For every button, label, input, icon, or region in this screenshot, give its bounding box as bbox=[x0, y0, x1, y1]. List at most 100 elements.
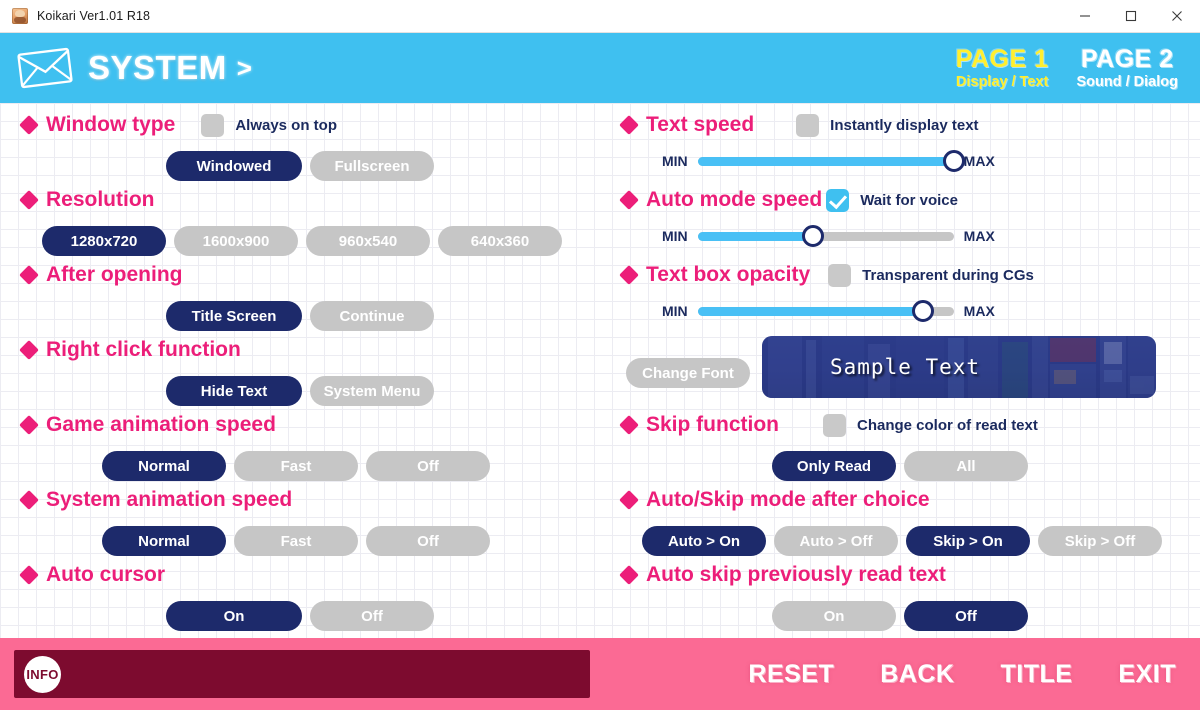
bullet-diamond-icon bbox=[619, 115, 639, 135]
setting-auto-mode-speed: Auto mode speed Wait for voice MIN MAX bbox=[600, 188, 1200, 247]
setting-game-animation-speed: Game animation speed Normal Fast Off bbox=[0, 413, 600, 481]
minimize-button[interactable] bbox=[1062, 0, 1108, 33]
checkbox-box-icon bbox=[823, 413, 846, 437]
bullet-diamond-icon bbox=[19, 340, 39, 360]
slider-text-box-opacity[interactable]: MIN MAX bbox=[600, 300, 1200, 322]
option-hide-text[interactable]: Hide Text bbox=[166, 376, 302, 406]
slider-knob[interactable] bbox=[801, 225, 824, 247]
option-system-menu[interactable]: System Menu bbox=[310, 376, 434, 406]
option-game-anim-normal[interactable]: Normal bbox=[102, 451, 226, 481]
page-tabs: PAGE 1 Display / Text PAGE 2 Sound / Dia… bbox=[956, 45, 1178, 90]
setting-label-window-type: Window type bbox=[46, 113, 176, 136]
setting-auto-cursor: Auto cursor On Off bbox=[0, 563, 600, 631]
bullet-diamond-icon bbox=[19, 565, 39, 585]
bullet-diamond-icon bbox=[19, 115, 39, 135]
bottom-bar: INFO RESET BACK TITLE EXIT bbox=[0, 638, 1200, 710]
option-auto-off[interactable]: Auto > Off bbox=[774, 526, 898, 556]
title-arrow-icon: > bbox=[236, 52, 252, 83]
window-titlebar: Koikari Ver1.01 R18 bbox=[0, 0, 1200, 33]
checkbox-instantly-display-text[interactable]: Instantly display text bbox=[796, 113, 979, 137]
option-game-anim-off[interactable]: Off bbox=[366, 451, 490, 481]
info-message-strip: INFO bbox=[14, 650, 590, 698]
sample-text-label: Sample Text bbox=[830, 355, 981, 379]
slider-max-label: MAX bbox=[963, 228, 995, 244]
title-button[interactable]: TITLE bbox=[1000, 660, 1072, 689]
bullet-diamond-icon bbox=[19, 490, 39, 510]
checkbox-label-wait-for-voice: Wait for voice bbox=[860, 191, 958, 209]
bullet-diamond-icon bbox=[19, 190, 39, 210]
checkbox-label-always-on-top: Always on top bbox=[235, 116, 337, 134]
option-sys-anim-off[interactable]: Off bbox=[366, 526, 490, 556]
slider-track[interactable] bbox=[697, 150, 965, 172]
slider-track[interactable] bbox=[697, 225, 954, 247]
bullet-diamond-icon bbox=[19, 415, 39, 435]
setting-system-animation-speed: System animation speed Normal Fast Off bbox=[0, 488, 600, 556]
setting-window-type: Window type Always on top Windowed Fulls… bbox=[0, 113, 600, 181]
setting-label-game-animation-speed: Game animation speed bbox=[46, 413, 276, 436]
option-auto-cursor-off[interactable]: Off bbox=[310, 601, 434, 631]
option-game-anim-fast[interactable]: Fast bbox=[234, 451, 358, 481]
option-skip-on[interactable]: Skip > On bbox=[906, 526, 1030, 556]
checkbox-change-color-of-read-text[interactable]: Change color of read text bbox=[823, 413, 1038, 437]
options-system-animation-speed: Normal Fast Off bbox=[0, 526, 600, 556]
bullet-diamond-icon bbox=[619, 565, 639, 585]
setting-text-box-opacity: Text box opacity Transparent during CGs … bbox=[600, 263, 1200, 322]
tab-page-1-title: PAGE 1 bbox=[955, 45, 1049, 74]
back-button[interactable]: BACK bbox=[880, 660, 954, 689]
tab-page-2-title: PAGE 2 bbox=[1080, 45, 1174, 74]
checkbox-checked-icon bbox=[826, 188, 850, 212]
option-fullscreen[interactable]: Fullscreen bbox=[310, 151, 434, 181]
checkbox-transparent-during-cgs[interactable]: Transparent during CGs bbox=[828, 263, 1034, 287]
setting-text-speed: Text speed Instantly display text MIN MA… bbox=[600, 113, 1200, 172]
option-windowed[interactable]: Windowed bbox=[166, 151, 302, 181]
option-only-read[interactable]: Only Read bbox=[772, 451, 896, 481]
options-auto-skip-previously-read-text: On Off bbox=[600, 601, 1200, 631]
setting-label-resolution: Resolution bbox=[46, 188, 155, 211]
slider-knob[interactable] bbox=[942, 150, 965, 172]
checkbox-box-icon bbox=[796, 113, 820, 137]
checkbox-wait-for-voice[interactable]: Wait for voice bbox=[826, 188, 958, 212]
checkbox-always-on-top[interactable]: Always on top bbox=[201, 113, 337, 137]
options-game-animation-speed: Normal Fast Off bbox=[0, 451, 600, 481]
option-skip-off[interactable]: Skip > Off bbox=[1038, 526, 1162, 556]
option-sys-anim-normal[interactable]: Normal bbox=[102, 526, 226, 556]
checkbox-box-icon bbox=[828, 263, 852, 287]
slider-auto-mode-speed[interactable]: MIN MAX bbox=[600, 225, 1200, 247]
tab-page-1[interactable]: PAGE 1 Display / Text bbox=[956, 45, 1049, 90]
setting-auto-skip-mode-after-choice: Auto/Skip mode after choice Auto > On Au… bbox=[600, 488, 1200, 556]
reset-button[interactable]: RESET bbox=[748, 660, 834, 689]
setting-label-right-click-function: Right click function bbox=[46, 338, 241, 361]
setting-resolution: Resolution 1280x720 1600x900 960x540 640… bbox=[0, 188, 600, 256]
option-title-screen[interactable]: Title Screen bbox=[166, 301, 302, 331]
option-sys-anim-fast[interactable]: Fast bbox=[234, 526, 358, 556]
setting-label-auto-mode-speed: Auto mode speed bbox=[646, 188, 823, 211]
settings-column-left: Window type Always on top Windowed Fulls… bbox=[0, 103, 600, 638]
options-skip-function: Only Read All bbox=[600, 451, 1200, 481]
option-1280x720[interactable]: 1280x720 bbox=[42, 226, 166, 256]
options-resolution: 1280x720 1600x900 960x540 640x360 bbox=[0, 226, 600, 256]
slider-knob[interactable] bbox=[911, 300, 934, 322]
option-continue[interactable]: Continue bbox=[310, 301, 434, 331]
option-640x360[interactable]: 640x360 bbox=[438, 226, 562, 256]
setting-label-auto-skip-mode-after-choice: Auto/Skip mode after choice bbox=[646, 488, 930, 511]
option-all[interactable]: All bbox=[904, 451, 1028, 481]
tab-page-2[interactable]: PAGE 2 Sound / Dialog bbox=[1077, 45, 1179, 90]
maximize-button[interactable] bbox=[1108, 0, 1154, 33]
change-font-button[interactable]: Change Font bbox=[626, 358, 750, 388]
setting-label-text-speed: Text speed bbox=[646, 113, 755, 136]
settings-column-right: Text speed Instantly display text MIN MA… bbox=[600, 103, 1200, 638]
exit-button[interactable]: EXIT bbox=[1118, 660, 1176, 689]
option-auto-skip-read-on[interactable]: On bbox=[772, 601, 896, 631]
close-button[interactable] bbox=[1154, 0, 1200, 33]
slider-track[interactable] bbox=[697, 300, 954, 322]
option-auto-on[interactable]: Auto > On bbox=[642, 526, 766, 556]
option-1600x900[interactable]: 1600x900 bbox=[174, 226, 298, 256]
option-auto-cursor-on[interactable]: On bbox=[166, 601, 302, 631]
settings-body: Window type Always on top Windowed Fulls… bbox=[0, 103, 1200, 638]
option-auto-skip-read-off[interactable]: Off bbox=[904, 601, 1028, 631]
slider-text-speed[interactable]: MIN MAX bbox=[600, 150, 1200, 172]
setting-label-system-animation-speed: System animation speed bbox=[46, 488, 293, 511]
checkbox-box-icon bbox=[201, 113, 225, 137]
option-960x540[interactable]: 960x540 bbox=[306, 226, 430, 256]
bullet-diamond-icon bbox=[619, 190, 639, 210]
